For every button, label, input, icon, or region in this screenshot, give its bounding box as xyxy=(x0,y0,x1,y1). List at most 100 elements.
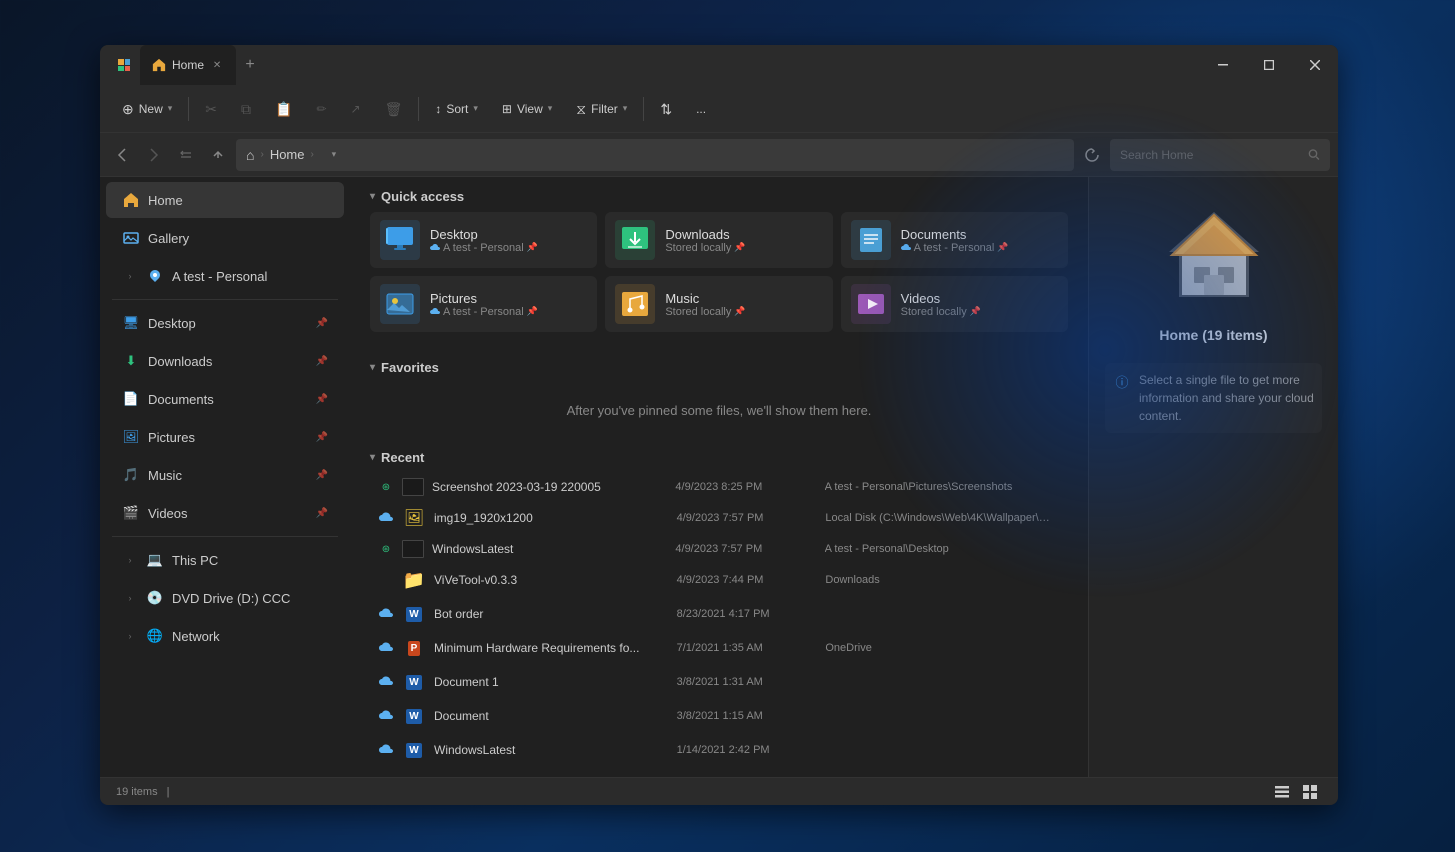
recent-name-9: WindowsLatest xyxy=(434,743,669,757)
a-test-expand-icon: › xyxy=(122,268,138,284)
sidebar-item-desktop[interactable]: 🖥 Desktop 📌 xyxy=(106,305,344,341)
sidebar-item-music[interactable]: 🎵 Music 📌 xyxy=(106,457,344,493)
recent-name-7: Document 1 xyxy=(434,675,669,689)
toolbar: ⊕ New ▾ ✂ ⧉ 📋 ✏ ↗ 🗑 ↕ Sort ▾ ⊞ xyxy=(100,85,1338,133)
qa-pictures-sub: A test - Personal 📌 xyxy=(430,306,538,318)
maximize-button[interactable] xyxy=(1246,49,1292,81)
pdf-icon-6: P xyxy=(408,641,421,656)
sidebar-item-gallery[interactable]: Gallery xyxy=(106,220,344,256)
recent-row[interactable]: W Document 3/8/2021 1:15 AM xyxy=(370,699,1068,733)
sidebar-item-dvd[interactable]: › 💿 DVD Drive (D:) CCC xyxy=(106,580,344,616)
up-button[interactable] xyxy=(204,141,232,169)
sort-button[interactable]: ↕ Sort ▾ xyxy=(425,96,488,122)
qa-documents-icon xyxy=(851,220,891,260)
qa-item-videos[interactable]: Videos Stored locally 📌 xyxy=(841,276,1068,332)
qa-documents-sub: A test - Personal 📌 xyxy=(901,242,1009,254)
recent-row[interactable]: ⊛ Screenshot 2023-03-19 220005 4/9/2023 … xyxy=(370,473,1068,501)
qa-videos-info: Videos Stored locally 📌 xyxy=(901,291,981,318)
view-button[interactable]: ⊞ View ▾ xyxy=(492,96,562,122)
sidebar-network-label: Network xyxy=(172,629,328,644)
recent-header[interactable]: ▾ Recent xyxy=(350,438,1088,473)
favorites-header[interactable]: ▾ Favorites xyxy=(350,348,1088,383)
sidebar-divider-1 xyxy=(112,299,338,300)
recent-date-5: 8/23/2021 4:17 PM xyxy=(677,608,818,620)
sidebar-item-this-pc[interactable]: › 💻 This PC xyxy=(106,542,344,578)
qa-music-info: Music Stored locally 📌 xyxy=(665,291,745,318)
recent-row[interactable]: ⊛ WindowsLatest 4/9/2023 7:57 PM A test … xyxy=(370,535,1068,563)
new-button[interactable]: ⊕ New ▾ xyxy=(112,96,182,122)
sidebar: Home Gallery › A test - Personal 🖥 Deskt… xyxy=(100,177,350,777)
sidebar-item-downloads[interactable]: ⬇ Downloads 📌 xyxy=(106,343,344,379)
recent-row[interactable]: W Document 1 3/8/2021 1:31 AM xyxy=(370,665,1068,699)
sidebar-gallery-label: Gallery xyxy=(148,231,328,246)
qa-pictures-icon xyxy=(380,284,420,324)
search-input[interactable] xyxy=(1120,148,1302,162)
recent-path-3: A test - Personal\Desktop xyxy=(825,543,1060,555)
downloads-pin-icon: 📌 xyxy=(316,356,328,367)
paste-button[interactable]: 📋 xyxy=(265,96,302,122)
sort-label: Sort xyxy=(446,102,468,116)
close-button[interactable] xyxy=(1292,49,1338,81)
dvd-expand-icon: › xyxy=(122,590,138,606)
recent-row[interactable]: 🖼 img19_1920x1200 4/9/2023 7:57 PM Local… xyxy=(370,501,1068,535)
recent-file-icon-5: W xyxy=(402,602,426,626)
recent-row[interactable]: W WindowsLatest 1/14/2021 2:42 PM xyxy=(370,733,1068,767)
breadcrumb-dropdown[interactable]: ▾ xyxy=(324,145,344,165)
home-tab-icon xyxy=(152,58,166,72)
minimize-button[interactable] xyxy=(1200,49,1246,81)
recent-file-icon-3 xyxy=(402,540,424,558)
rename-button[interactable]: ✏ xyxy=(306,97,336,121)
recent-row[interactable]: 📁 ViVeTool-v0.3.3 4/9/2023 7:44 PM Downl… xyxy=(370,563,1068,597)
share-button[interactable]: ↗ xyxy=(341,97,371,121)
breadcrumb-home-icon: ⌂ xyxy=(246,147,254,163)
sidebar-divider-2 xyxy=(112,536,338,537)
sidebar-item-home[interactable]: Home xyxy=(106,182,344,218)
qa-item-pictures[interactable]: Pictures A test - Personal 📌 xyxy=(370,276,597,332)
copy-button[interactable]: ⧉ xyxy=(231,96,261,122)
qa-pictures-name: Pictures xyxy=(430,291,538,306)
refresh-button[interactable] xyxy=(1078,141,1106,169)
breadcrumb[interactable]: ⌂ › Home › ▾ xyxy=(236,139,1074,171)
back-button[interactable] xyxy=(108,141,136,169)
videos-pin: 📌 xyxy=(970,306,981,317)
share2-button[interactable]: ⇅ xyxy=(650,96,682,122)
pictures-pin-icon: 📌 xyxy=(316,432,328,443)
sidebar-item-network[interactable]: › 🌐 Network xyxy=(106,618,344,654)
sidebar-item-a-test[interactable]: › A test - Personal xyxy=(106,258,344,294)
documents-sidebar-icon: 📄 xyxy=(122,390,140,408)
word-icon-5: W xyxy=(406,607,421,622)
cut-button[interactable]: ✂ xyxy=(195,96,227,122)
tab-close-button[interactable]: ✕ xyxy=(210,58,224,72)
qa-item-documents[interactable]: Documents A test - Personal 📌 xyxy=(841,212,1068,268)
recent-row[interactable]: W Bot order 8/23/2021 4:17 PM xyxy=(370,597,1068,631)
new-tab-button[interactable]: + xyxy=(236,51,264,79)
filter-button[interactable]: ⧖ Filter ▾ xyxy=(566,96,637,122)
tab-home-label: Home xyxy=(172,58,204,72)
tab-home[interactable]: Home ✕ xyxy=(140,45,236,85)
sidebar-item-pictures[interactable]: 🖼 Pictures 📌 xyxy=(106,419,344,455)
quick-access-header[interactable]: ▾ Quick access xyxy=(350,177,1088,212)
qa-item-music[interactable]: Music Stored locally 📌 xyxy=(605,276,832,332)
share-icon: ↗ xyxy=(351,103,361,115)
qa-item-desktop[interactable]: Desktop A test - Personal 📌 xyxy=(370,212,597,268)
more-button[interactable]: ... xyxy=(686,96,716,122)
sort-chevron: ▾ xyxy=(473,103,478,114)
recent-path-6: OneDrive xyxy=(825,642,1060,654)
recent-date-7: 3/8/2021 1:31 AM xyxy=(677,676,818,688)
share2-icon: ⇅ xyxy=(660,102,672,116)
paste-icon: 📋 xyxy=(275,102,292,116)
recent-row[interactable]: P Test presentation.pptx 12/7/2020 12:22… xyxy=(370,767,1068,777)
recent-locations-button[interactable] xyxy=(172,141,200,169)
qa-item-downloads[interactable]: Downloads Stored locally 📌 xyxy=(605,212,832,268)
sidebar-videos-label: Videos xyxy=(148,506,308,521)
sidebar-item-videos[interactable]: 🎬 Videos 📌 xyxy=(106,495,344,531)
recent-toggle: ▾ xyxy=(370,452,375,463)
search-box[interactable] xyxy=(1110,139,1330,171)
grid-view-button[interactable] xyxy=(1298,781,1322,803)
forward-button[interactable] xyxy=(140,141,168,169)
toolbar-sep-1 xyxy=(188,97,189,121)
sidebar-item-documents[interactable]: 📄 Documents 📌 xyxy=(106,381,344,417)
delete-button[interactable]: 🗑 xyxy=(375,96,413,122)
list-view-button[interactable] xyxy=(1270,781,1294,803)
recent-row[interactable]: P Minimum Hardware Requirements fo... 7/… xyxy=(370,631,1068,665)
